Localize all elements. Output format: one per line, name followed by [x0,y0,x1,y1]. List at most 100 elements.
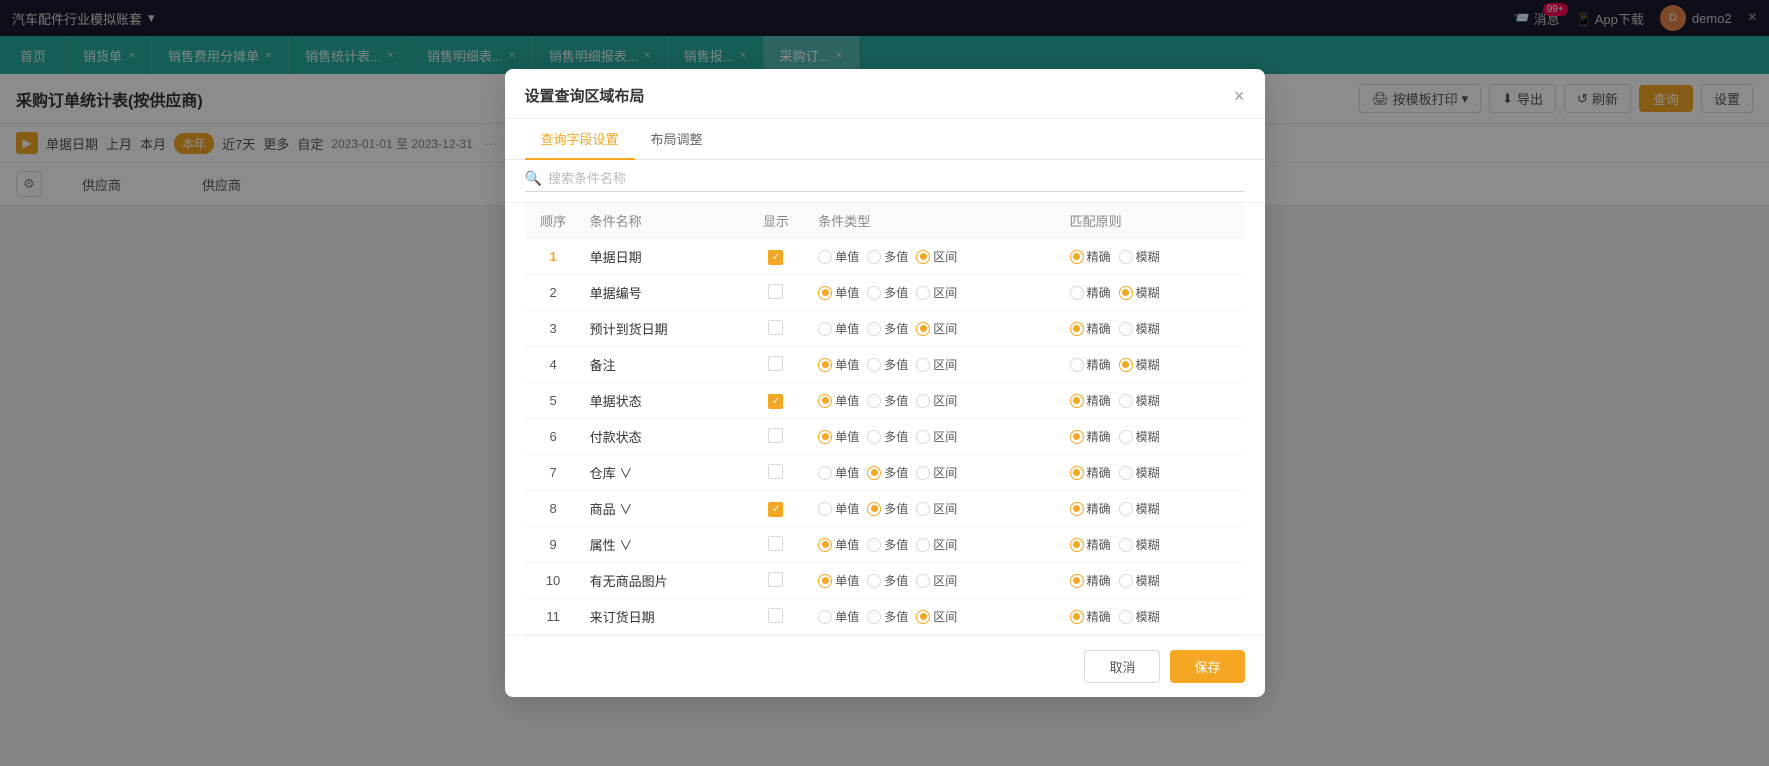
row-display-3[interactable] [742,347,811,383]
radio-match-模糊-5[interactable]: 模糊 [1119,428,1160,445]
radio-type-区间-9[interactable]: 区间 [916,572,957,589]
radio-type-单值-1[interactable]: 单值 [818,284,859,301]
radio-match-模糊-4[interactable]: 模糊 [1119,392,1160,409]
radio-match-精确-0[interactable]: 精确 [1070,248,1111,265]
radio-type-单值-5[interactable]: 单值 [818,428,859,445]
radio-type-多值-0[interactable]: 多值 [867,248,908,265]
radio-type-单值-6[interactable]: 单值 [818,464,859,481]
radio-match-精确-7[interactable]: 精确 [1070,500,1111,517]
row-seq-6: 7 [525,455,582,491]
radio-match-模糊-8[interactable]: 模糊 [1119,536,1160,553]
checkbox-1[interactable] [768,284,783,299]
radio-type-多值-3[interactable]: 多值 [867,356,908,373]
checkbox-0[interactable] [768,250,783,265]
radio-match-精确-6[interactable]: 精确 [1070,464,1111,481]
dialog-close-button[interactable]: × [1234,87,1245,105]
radio-type-单值-3[interactable]: 单值 [818,356,859,373]
radio-match-模糊-7[interactable]: 模糊 [1119,500,1160,517]
radio-type-区间-1[interactable]: 区间 [916,284,957,301]
radio-type-单值-8[interactable]: 单值 [818,536,859,553]
row-display-7[interactable] [742,491,811,527]
checkbox-8[interactable] [768,536,783,551]
radio-match-模糊-10[interactable]: 模糊 [1119,608,1160,625]
checkbox-2[interactable] [768,320,783,335]
radio-match-精确-8[interactable]: 精确 [1070,536,1111,553]
table-row: 6付款状态单值多值区间精确模糊 [525,419,1245,455]
row-match-8: 精确模糊 [1062,527,1245,563]
radio-match-模糊-2[interactable]: 模糊 [1119,320,1160,337]
radio-match-模糊-3[interactable]: 模糊 [1119,356,1160,373]
row-display-4[interactable] [742,383,811,419]
radio-type-区间-7[interactable]: 区间 [916,500,957,517]
radio-match-模糊-0[interactable]: 模糊 [1119,248,1160,265]
dialog-tab-field-settings[interactable]: 查询字段设置 [525,119,635,160]
row-match-7: 精确模糊 [1062,491,1245,527]
checkbox-4[interactable] [768,394,783,409]
row-display-6[interactable] [742,455,811,491]
radio-type-多值-6[interactable]: 多值 [867,464,908,481]
radio-type-多值-2[interactable]: 多值 [867,320,908,337]
radio-type-多值-10[interactable]: 多值 [867,608,908,625]
row-display-10[interactable] [742,599,811,635]
dialog-tab-layout[interactable]: 布局调整 [635,119,719,160]
radio-match-精确-1[interactable]: 精确 [1070,284,1111,301]
radio-match-精确-10[interactable]: 精确 [1070,608,1111,625]
row-display-5[interactable] [742,419,811,455]
search-input[interactable] [548,171,748,186]
checkbox-9[interactable] [768,572,783,587]
radio-match-模糊-6[interactable]: 模糊 [1119,464,1160,481]
row-name-5: 付款状态 [582,419,742,455]
radio-type-多值-7[interactable]: 多值 [867,500,908,517]
radio-type-多值-1[interactable]: 多值 [867,284,908,301]
radio-type-单值-10[interactable]: 单值 [818,608,859,625]
checkbox-6[interactable] [768,464,783,479]
radio-type-多值-9[interactable]: 多值 [867,572,908,589]
radio-type-区间-0[interactable]: 区间 [916,248,957,265]
row-type-3: 单值多值区间 [810,347,1061,383]
checkbox-10[interactable] [768,608,783,623]
row-display-0[interactable] [742,239,811,275]
radio-type-区间-10[interactable]: 区间 [916,608,957,625]
row-display-2[interactable] [742,311,811,347]
radio-type-区间-5[interactable]: 区间 [916,428,957,445]
cancel-button[interactable]: 取消 [1084,650,1160,683]
checkbox-3[interactable] [768,356,783,371]
radio-type-区间-2[interactable]: 区间 [916,320,957,337]
radio-match-精确-3[interactable]: 精确 [1070,356,1111,373]
radio-type-单值-7[interactable]: 单值 [818,500,859,517]
row-match-4: 精确模糊 [1062,383,1245,419]
table-row: 5单据状态单值多值区间精确模糊 [525,383,1245,419]
row-name-2: 预计到货日期 [582,311,742,347]
radio-type-单值-0[interactable]: 单值 [818,248,859,265]
radio-type-多值-5[interactable]: 多值 [867,428,908,445]
row-seq-3: 4 [525,347,582,383]
radio-match-模糊-1[interactable]: 模糊 [1119,284,1160,301]
radio-type-单值-4[interactable]: 单值 [818,392,859,409]
row-display-8[interactable] [742,527,811,563]
checkbox-7[interactable] [768,502,783,517]
modal-overlay: 设置查询区域布局 × 查询字段设置 布局调整 🔍 [0,0,1769,766]
row-display-9[interactable] [742,563,811,599]
radio-match-精确-4[interactable]: 精确 [1070,392,1111,409]
row-display-1[interactable] [742,275,811,311]
row-match-10: 精确模糊 [1062,599,1245,635]
dialog-footer: 取消 保存 [505,635,1265,697]
radio-type-多值-4[interactable]: 多值 [867,392,908,409]
row-type-4: 单值多值区间 [810,383,1061,419]
radio-type-单值-2[interactable]: 单值 [818,320,859,337]
radio-match-精确-2[interactable]: 精确 [1070,320,1111,337]
checkbox-5[interactable] [768,428,783,443]
radio-type-区间-8[interactable]: 区间 [916,536,957,553]
radio-match-精确-9[interactable]: 精确 [1070,572,1111,589]
radio-type-区间-4[interactable]: 区间 [916,392,957,409]
radio-type-区间-3[interactable]: 区间 [916,356,957,373]
radio-match-精确-5[interactable]: 精确 [1070,428,1111,445]
radio-type-区间-6[interactable]: 区间 [916,464,957,481]
save-button[interactable]: 保存 [1170,650,1244,683]
row-type-10: 单值多值区间 [810,599,1061,635]
radio-type-单值-9[interactable]: 单值 [818,572,859,589]
dialog-title: 设置查询区域布局 [525,85,645,106]
radio-type-多值-8[interactable]: 多值 [867,536,908,553]
search-area: 🔍 [505,160,1265,203]
radio-match-模糊-9[interactable]: 模糊 [1119,572,1160,589]
